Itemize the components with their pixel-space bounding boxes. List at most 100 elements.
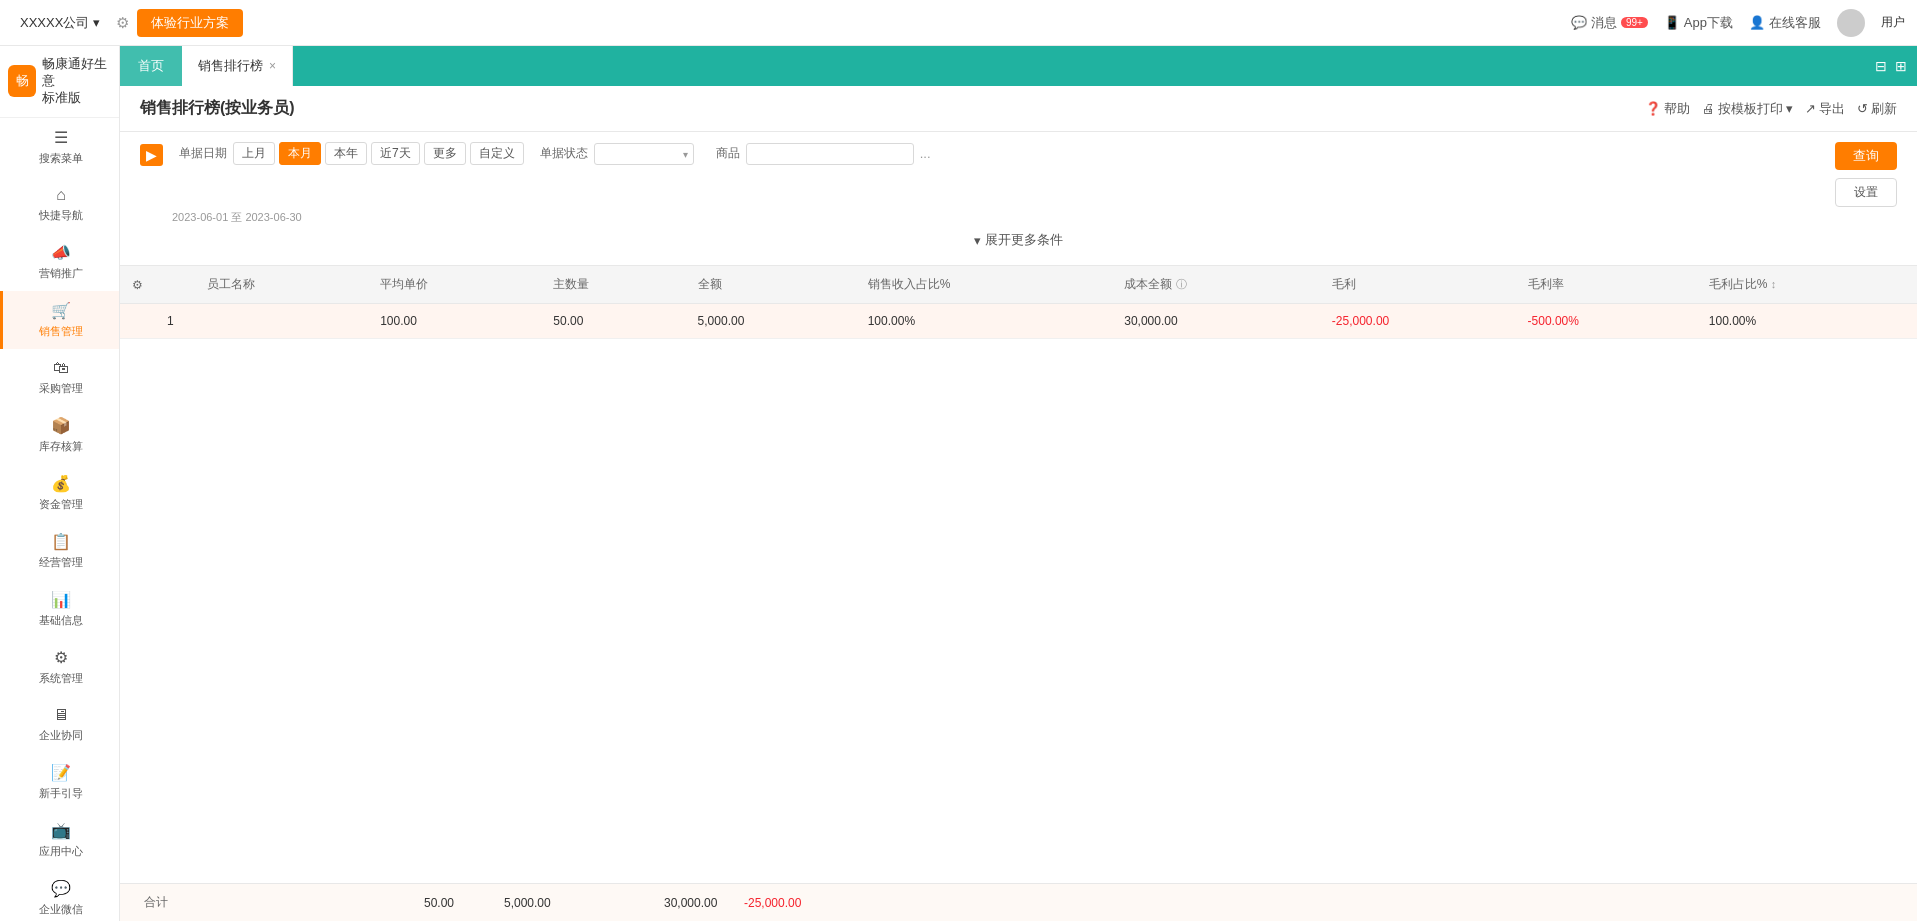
cell-sales-pct: 100.00% [856,304,1113,339]
sidebar-label-finance: 资金管理 [39,497,83,512]
inventory-icon: 📦 [51,416,71,435]
sidebar-item-quicknav[interactable]: ⌂ 快捷导航 [0,176,119,233]
period-7days[interactable]: 近7天 [371,142,420,165]
col-qty: 主数量 [541,266,685,304]
weixin-icon: 💬 [51,879,71,898]
period-current-year[interactable]: 本年 [325,142,367,165]
message-badge: 99+ [1621,17,1648,28]
cell-profit: -25,000.00 [1320,304,1516,339]
date-filter-label: 单据日期 [179,145,227,162]
sidebar-logo: 畅 畅康通好生意 标准版 [0,46,119,118]
col-sales-pct: 销售收入占比% [856,266,1113,304]
period-more[interactable]: 更多 [424,142,466,165]
period-current-month[interactable]: 本月 [279,142,321,165]
col-profit-pct: 毛利占比% ↕ [1697,266,1917,304]
minimize-icon[interactable]: ⊟ [1875,58,1887,74]
query-btn[interactable]: 查询 [1835,142,1897,170]
purchase-icon: 🛍 [53,359,69,377]
app-download-label: App下载 [1684,14,1733,32]
sidebar-item-weixin[interactable]: 💬 企业微信 [0,869,119,921]
sidebar-item-corp-collab[interactable]: 🖥 企业协同 [0,696,119,753]
expand-label: 展开更多条件 [985,231,1063,249]
footer-cost: 30,000.00 [652,896,732,910]
expand-icon: ▾ [974,233,981,248]
col-settings[interactable]: ⚙ [120,266,155,304]
sidebar-item-marketing[interactable]: 📣 营销推广 [0,233,119,291]
sidebar-item-appstore[interactable]: 📺 应用中心 [0,811,119,869]
sidebar-item-system[interactable]: ⚙ 系统管理 [0,638,119,696]
user-name: 用户 [1881,14,1905,31]
online-service-btn[interactable]: 👤 在线客服 [1749,14,1821,32]
page-title: 销售排行榜(按业务员) [140,98,1645,119]
tab-label: 销售排行榜 [198,57,263,75]
export-btn[interactable]: ↗ 导出 [1805,100,1845,118]
refresh-btn[interactable]: ↺ 刷新 [1857,100,1897,118]
service-icon: 👤 [1749,15,1765,30]
sidebar-label-inventory: 库存核算 [39,439,83,454]
sidebar: 畅 畅康通好生意 标准版 ☰ 搜索菜单 ⌂ 快捷导航 📣 营销推广 🛒 销售管理… [0,46,120,921]
search-menu-icon: ☰ [54,128,68,147]
goods-input[interactable] [746,143,914,165]
guide-icon: 📝 [51,763,71,782]
trial-btn[interactable]: 体验行业方案 [137,9,243,37]
company-selector[interactable]: XXXXX公司 ▾ [12,10,108,36]
sidebar-item-guide[interactable]: 📝 新手引导 [0,753,119,811]
help-btn[interactable]: ❓ 帮助 [1645,100,1690,118]
period-custom[interactable]: 自定义 [470,142,524,165]
cell-profit-pct: 100.00% [1697,304,1917,339]
print-chevron: ▾ [1786,101,1793,116]
tab-sales-ranking[interactable]: 销售排行榜 × [182,46,293,86]
print-btn[interactable]: 🖨 按模板打印 ▾ [1702,100,1793,118]
cell-profit-rate: -500.00% [1516,304,1697,339]
message-btn[interactable]: 💬 消息 99+ [1571,14,1648,32]
sidebar-item-sales[interactable]: 🛒 销售管理 [0,291,119,349]
period-last-month[interactable]: 上月 [233,142,275,165]
sidebar-item-finance[interactable]: 💰 资金管理 [0,464,119,522]
chevron-down-icon: ▾ [93,15,100,30]
tab-close-icon[interactable]: × [269,59,276,73]
app-download-btn[interactable]: 📱 App下载 [1664,14,1733,32]
sidebar-item-inventory[interactable]: 📦 库存核算 [0,406,119,464]
footer-amount: 5,000.00 [492,896,572,910]
sidebar-label-collab: 企业协同 [39,728,83,743]
data-table: ⚙ 员工名称 平均单价 主数量 全额 销售收入占比% 成本全额 ⓘ 毛利 [120,266,1917,339]
profit-pct-info-icon: ↕ [1771,278,1777,290]
status-filter-label: 单据状态 [540,145,588,162]
table-footer: 合计 50.00 5,000.00 30,000.00 -25,000.00 [120,883,1917,921]
filter-expand-arrow[interactable]: ▶ [140,144,163,166]
tab-home[interactable]: 首页 [120,46,182,86]
col-amount: 全额 [686,266,856,304]
sidebar-item-basics[interactable]: 📊 基础信息 [0,580,119,638]
cell-amount: 5,000.00 [686,304,856,339]
sidebar-item-purchase[interactable]: 🛍 采购管理 [0,349,119,406]
home-icon: ⌂ [56,186,66,204]
settings-btn[interactable]: 设置 [1835,178,1897,207]
footer-label: 合计 [132,894,332,911]
logo-icon: 畅 [8,65,36,97]
cell-rank: 1 [155,304,195,339]
help-label: 帮助 [1664,100,1690,118]
marketing-icon: 📣 [51,243,71,262]
maximize-icon[interactable]: ⊞ [1895,58,1907,74]
finance-icon: 💰 [51,474,71,493]
export-icon: ↗ [1805,101,1816,116]
system-icon: ⚙ [54,648,68,667]
sidebar-item-search[interactable]: ☰ 搜索菜单 [0,118,119,176]
col-profit: 毛利 [1320,266,1516,304]
sidebar-label-search: 搜索菜单 [39,151,83,166]
goods-filter-label: 商品 [716,145,740,162]
cell-cost: 30,000.00 [1112,304,1320,339]
avatar[interactable] [1837,9,1865,37]
filter-inputs: 单据日期 上月 本月 本年 近7天 更多 自定义 单据状态 [179,142,1819,165]
status-filter-group: 单据状态 [540,143,700,165]
table-row: 1 100.00 50.00 5,000.00 100.00% 30,000.0… [120,304,1917,339]
sidebar-item-operations[interactable]: 📋 经营管理 [0,522,119,580]
col-name: 员工名称 [195,266,368,304]
date-filter-group: 单据日期 上月 本月 本年 近7天 更多 自定义 [179,142,524,165]
settings-icon[interactable]: ⚙ [116,14,129,32]
export-label: 导出 [1819,100,1845,118]
expand-more-btn[interactable]: ▾ 展开更多条件 [974,231,1063,249]
status-select[interactable] [594,143,694,165]
company-name: XXXXX公司 [20,14,89,32]
footer-profit: -25,000.00 [732,896,813,910]
